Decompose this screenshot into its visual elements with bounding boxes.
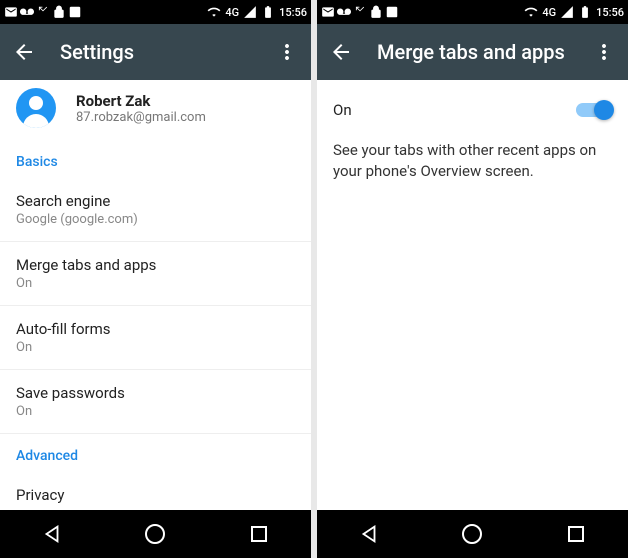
overflow-menu-icon[interactable] [592, 40, 616, 64]
nav-back-button[interactable] [339, 510, 399, 558]
nav-back-icon [358, 523, 380, 545]
network-label: 4G [225, 6, 239, 19]
avatar [16, 88, 56, 128]
account-name: Robert Zak [76, 92, 206, 110]
content: On See your tabs with other recent apps … [317, 80, 628, 510]
nav-home-icon [145, 524, 165, 544]
screenshot-icon [68, 5, 82, 19]
battery-icon [261, 5, 275, 19]
wifi-icon [207, 5, 221, 19]
network-label: 4G [542, 6, 556, 19]
pref-save-passwords[interactable]: Save passwords On [0, 370, 311, 434]
phone-merge-tabs: 4G 15:56 Merge tabs and apps On See your… [317, 0, 628, 558]
nav-home-button[interactable] [125, 510, 185, 558]
pref-merge-tabs[interactable]: Merge tabs and apps On [0, 242, 311, 306]
nav-bar [0, 510, 311, 558]
page-title: Merge tabs and apps [377, 40, 592, 64]
lock-icon [52, 5, 66, 19]
app-bar: Merge tabs and apps [317, 24, 628, 80]
nav-back-icon [41, 523, 63, 545]
lock-icon [369, 5, 383, 19]
page-title: Settings [60, 40, 275, 64]
nav-home-button[interactable] [442, 510, 502, 558]
pref-privacy[interactable]: Privacy [0, 472, 311, 510]
voicemail-icon [20, 5, 34, 19]
nav-recent-icon [251, 526, 267, 542]
nav-recent-icon [568, 526, 584, 542]
voicemail-icon [337, 5, 351, 19]
app-bar: Settings [0, 24, 311, 80]
status-bar: 4G 15:56 [0, 0, 311, 24]
status-bar: 4G 15:56 [317, 0, 628, 24]
clock: 15:56 [279, 6, 307, 19]
description-text: See your tabs with other recent apps on … [317, 140, 628, 182]
phone-settings: 4G 15:56 Settings Robert Zak 87.robzak@g… [0, 0, 311, 558]
nav-back-button[interactable] [22, 510, 82, 558]
nav-recent-button[interactable] [546, 510, 606, 558]
gmail-icon [4, 5, 18, 19]
clock: 15:56 [596, 6, 624, 19]
overflow-menu-icon[interactable] [275, 40, 299, 64]
toggle-switch[interactable] [576, 100, 612, 120]
pref-autofill[interactable]: Auto-fill forms On [0, 306, 311, 370]
section-basics: Basics [0, 140, 311, 178]
section-advanced: Advanced [0, 434, 311, 472]
account-email: 87.robzak@gmail.com [76, 110, 206, 125]
pref-search-engine[interactable]: Search engine Google (google.com) [0, 178, 311, 242]
phone-missed-icon [353, 5, 367, 19]
back-icon[interactable] [329, 40, 353, 64]
gmail-icon [321, 5, 335, 19]
signal-icon [243, 5, 257, 19]
nav-home-icon [462, 524, 482, 544]
nav-recent-button[interactable] [229, 510, 289, 558]
wifi-icon [524, 5, 538, 19]
phone-missed-icon [36, 5, 50, 19]
content: Robert Zak 87.robzak@gmail.com Basics Se… [0, 80, 311, 510]
back-icon[interactable] [12, 40, 36, 64]
signal-icon [560, 5, 574, 19]
toggle-row[interactable]: On [317, 80, 628, 140]
toggle-label: On [333, 101, 576, 119]
screenshot-icon [385, 5, 399, 19]
nav-bar [317, 510, 628, 558]
account-row[interactable]: Robert Zak 87.robzak@gmail.com [0, 80, 311, 140]
battery-icon [578, 5, 592, 19]
